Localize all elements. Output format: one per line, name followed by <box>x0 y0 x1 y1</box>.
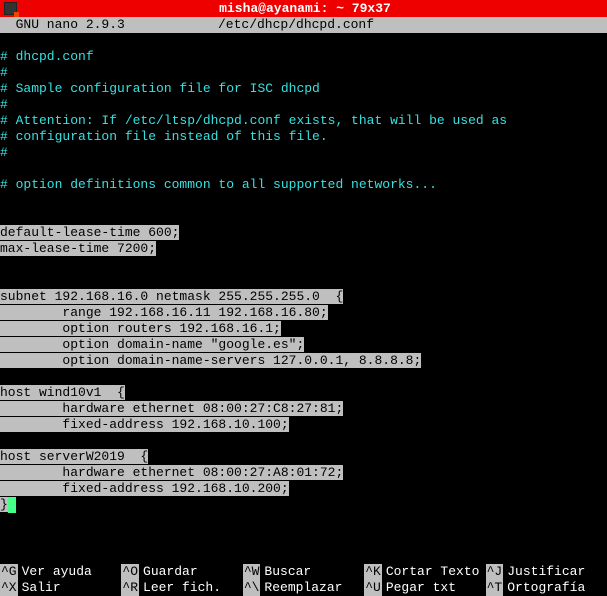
config-line: host wind10v1 { <box>0 385 607 401</box>
comment-block: # dhcpd.conf## Sample configuration file… <box>0 49 607 193</box>
config-line: range 192.168.16.11 192.168.16.80; <box>0 305 607 321</box>
shortcut-item: ^RLeer fich. <box>121 580 242 596</box>
nano-file-path: /etc/dhcp/dhcpd.conf <box>218 17 607 33</box>
config-line: option routers 192.168.16.1; <box>0 321 607 337</box>
comment-line: # Sample configuration file for ISC dhcp… <box>0 81 607 97</box>
shortcut-item: ^UPegar txt <box>364 580 485 596</box>
shortcut-label: Leer fich. <box>139 580 221 596</box>
shortcut-key: ^\ <box>243 580 261 596</box>
nano-app-name: GNU nano 2.9.3 <box>0 17 218 33</box>
shortcut-key: ^W <box>243 564 261 580</box>
shortcut-item: ^KCortar Texto <box>364 564 485 580</box>
shortcut-label: Ver ayuda <box>18 564 92 580</box>
comment-line: # <box>0 65 607 81</box>
window-titlebar: misha@ayanami: ~ 79x37 <box>0 0 607 17</box>
config-line: hardware ethernet 08:00:27:C8:27:81; <box>0 401 607 417</box>
shortcut-label: Pegar txt <box>382 580 456 596</box>
shortcut-label: Cortar Texto <box>382 564 480 580</box>
config-line: option domain-name "google.es"; <box>0 337 607 353</box>
comment-line: # Attention: If /etc/ltsp/dhcpd.conf exi… <box>0 113 607 129</box>
config-line: subnet 192.168.16.0 netmask 255.255.255.… <box>0 289 607 305</box>
cursor-line: } <box>0 497 607 513</box>
shortcut-row-2: ^XSalir^RLeer fich.^\Reemplazar^UPegar t… <box>0 580 607 596</box>
config-line: fixed-address 192.168.10.200; <box>0 481 607 497</box>
shortcut-item: ^WBuscar <box>243 564 364 580</box>
nano-statusbar: GNU nano 2.9.3/etc/dhcp/dhcpd.conf <box>0 17 607 33</box>
shortcut-label: Guardar <box>139 564 198 580</box>
terminal-icon <box>4 2 17 15</box>
shortcut-item: ^TOrtografía <box>486 580 607 596</box>
config-line: option domain-name-servers 127.0.0.1, 8.… <box>0 353 607 369</box>
text-cursor <box>8 497 16 513</box>
shortcut-label: Justificar <box>503 564 585 580</box>
shortcut-label: Buscar <box>260 564 311 580</box>
shortcut-label: Salir <box>18 580 61 596</box>
shortcut-item: ^\Reemplazar <box>243 580 364 596</box>
shortcut-item: ^GVer ayuda <box>0 564 121 580</box>
shortcut-label: Ortografía <box>503 580 585 596</box>
config-line: default-lease-time 600; <box>0 225 607 241</box>
shortcut-key: ^R <box>121 580 139 596</box>
comment-line <box>0 161 607 177</box>
shortcut-key: ^T <box>486 580 504 596</box>
shortcut-key: ^O <box>121 564 139 580</box>
terminal-area[interactable]: GNU nano 2.9.3/etc/dhcp/dhcpd.conf # dhc… <box>0 17 607 513</box>
config-line: max-lease-time 7200; <box>0 241 607 257</box>
config-line: host serverW2019 { <box>0 449 607 465</box>
config-content: default-lease-time 600;max-lease-time 72… <box>0 225 607 513</box>
comment-line: # <box>0 97 607 113</box>
shortcut-key: ^U <box>364 580 382 596</box>
shortcut-label: Reemplazar <box>260 580 342 596</box>
comment-line: # <box>0 145 607 161</box>
window-title: misha@ayanami: ~ 79x37 <box>23 1 607 17</box>
shortcut-item: ^XSalir <box>0 580 121 596</box>
comment-line: # option definitions common to all suppo… <box>0 177 607 193</box>
shortcut-key: ^K <box>364 564 382 580</box>
shortcut-item: ^JJustificar <box>486 564 607 580</box>
shortcut-row-1: ^GVer ayuda^OGuardar^WBuscar^KCortar Tex… <box>0 564 607 580</box>
shortcut-key: ^G <box>0 564 18 580</box>
config-line: hardware ethernet 08:00:27:A8:01:72; <box>0 465 607 481</box>
config-line: fixed-address 192.168.10.100; <box>0 417 607 433</box>
shortcut-item: ^OGuardar <box>121 564 242 580</box>
shortcut-key: ^J <box>486 564 504 580</box>
comment-line: # dhcpd.conf <box>0 49 607 65</box>
shortcut-key: ^X <box>0 580 18 596</box>
shortcut-bar: ^GVer ayuda^OGuardar^WBuscar^KCortar Tex… <box>0 548 607 596</box>
comment-line: # configuration file instead of this fil… <box>0 129 607 145</box>
